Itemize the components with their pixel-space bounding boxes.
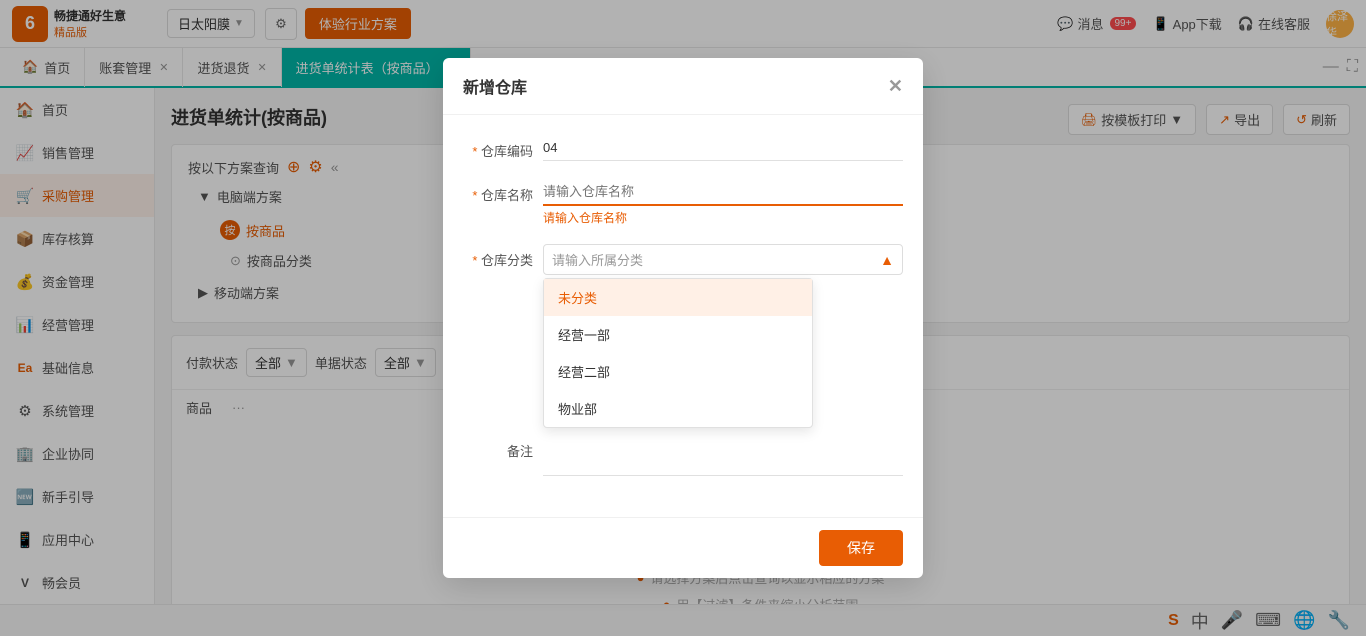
category-label: 仓库分类 [463, 244, 543, 269]
dropdown-item-dept2[interactable]: 经营二部 [544, 353, 812, 390]
remark-input[interactable] [543, 435, 903, 476]
category-dropdown: 未分类 经营一部 经营二部 物业部 [543, 278, 813, 428]
category-placeholder: 请输入所属分类 [552, 250, 643, 269]
dropdown-item-none[interactable]: 未分类 [544, 279, 812, 316]
modal-overlay[interactable]: 新增仓库 ✕ 仓库编码 仓库名称 请输入仓库名称 仓库分类 [0, 0, 1366, 636]
remark-field [543, 435, 903, 479]
dropdown-item-dept3[interactable]: 物业部 [544, 390, 812, 427]
add-warehouse-modal: 新增仓库 ✕ 仓库编码 仓库名称 请输入仓库名称 仓库分类 [443, 58, 923, 578]
name-input[interactable] [543, 179, 903, 206]
category-select[interactable]: 请输入所属分类 ▲ [543, 244, 903, 275]
form-row-name: 仓库名称 请输入仓库名称 [463, 179, 903, 226]
form-row-remark: 备注 [463, 435, 903, 479]
form-row-category: 仓库分类 请输入所属分类 ▲ 未分类 经营一部 经营二部 物业部 [463, 244, 903, 275]
code-label: 仓库编码 [463, 135, 543, 160]
code-input[interactable] [543, 135, 903, 161]
form-row-code: 仓库编码 [463, 135, 903, 161]
modal-footer: 保存 [443, 517, 923, 578]
code-field [543, 135, 903, 161]
name-error-msg: 请输入仓库名称 [543, 209, 903, 226]
name-field: 请输入仓库名称 [543, 179, 903, 226]
save-button[interactable]: 保存 [819, 530, 903, 566]
category-field: 请输入所属分类 ▲ 未分类 经营一部 经营二部 物业部 [543, 244, 903, 275]
modal-body: 仓库编码 仓库名称 请输入仓库名称 仓库分类 请输入所属分类 [443, 115, 923, 517]
category-arrow-icon: ▲ [880, 252, 894, 268]
remark-label: 备注 [463, 435, 543, 460]
name-label: 仓库名称 [463, 179, 543, 204]
modal-header: 新增仓库 ✕ [443, 58, 923, 115]
dropdown-item-dept1[interactable]: 经营一部 [544, 316, 812, 353]
modal-close-button[interactable]: ✕ [888, 76, 903, 97]
modal-title: 新增仓库 [463, 74, 527, 98]
